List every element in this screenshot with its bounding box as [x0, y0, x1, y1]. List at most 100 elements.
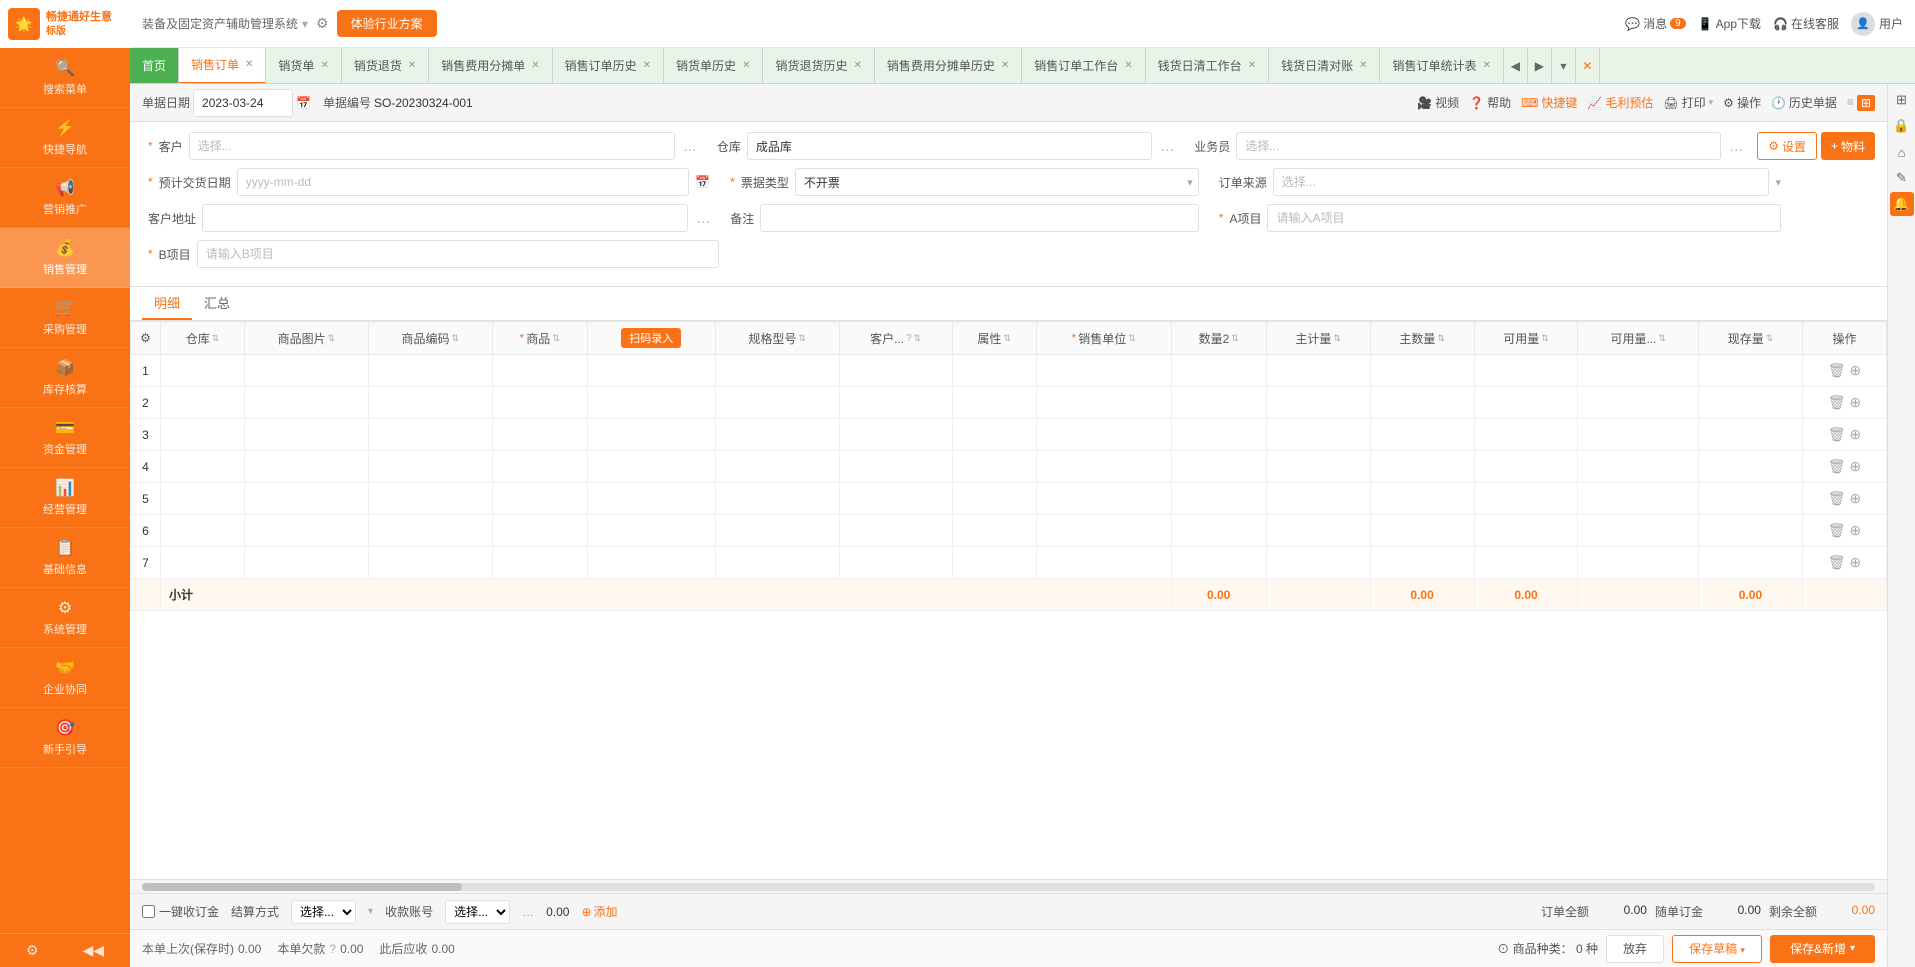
right-nav-icon-1[interactable]: ⊞: [1890, 88, 1914, 112]
tab-sales-workbench[interactable]: 销售订单工作台 ✕: [1022, 48, 1145, 84]
tab-home[interactable]: 首页: [130, 48, 179, 84]
operate-item[interactable]: ⚙ 操作: [1723, 94, 1761, 111]
row-5-main-qty[interactable]: [1370, 483, 1474, 515]
tab-sales-order[interactable]: 销售订单 ✕: [179, 48, 266, 84]
row-4-copy-icon[interactable]: ⊕: [1849, 458, 1861, 475]
sidebar-item-inventory[interactable]: 📦 库存核算: [0, 348, 130, 408]
row-3-warehouse[interactable]: [161, 419, 245, 451]
tab-sales-invoice-history[interactable]: 销货单历史 ✕: [664, 48, 763, 84]
tab-close-cash-daily-workbench[interactable]: ✕: [1248, 60, 1256, 71]
tab-sales-stats[interactable]: 销售订单统计表 ✕: [1380, 48, 1503, 84]
payment-dropdown-icon[interactable]: ▾: [368, 906, 373, 917]
tab-close-cash-daily-reconcile[interactable]: ✕: [1359, 60, 1367, 71]
row-6-product[interactable]: [492, 515, 587, 547]
profit-item[interactable]: 📈 毛利预估: [1587, 94, 1653, 111]
grid-view-icon[interactable]: ⊞: [1857, 95, 1875, 111]
row-1-warehouse[interactable]: [161, 355, 245, 387]
sidebar-item-operations[interactable]: 📊 经营管理: [0, 468, 130, 528]
tab-cash-daily-reconcile[interactable]: 钱货日清对账 ✕: [1269, 48, 1380, 84]
save-draft-button[interactable]: 保存草稿 ▾: [1672, 935, 1762, 963]
row-1-customer-code[interactable]: [839, 355, 952, 387]
tab-close-sales-expense-history[interactable]: ✕: [1001, 60, 1009, 71]
add-payment-button[interactable]: ⊕ 添加: [581, 903, 617, 920]
row-3-spec[interactable]: [715, 419, 839, 451]
address-input[interactable]: [202, 204, 688, 232]
tab-sales-order-history[interactable]: 销售订单历史 ✕: [553, 48, 664, 84]
tab-close-sales-order[interactable]: ✕: [245, 59, 253, 70]
row-6-qty2[interactable]: [1171, 515, 1266, 547]
sidebar-item-guide[interactable]: 🎯 新手引导: [0, 708, 130, 768]
row-5-copy-icon[interactable]: ⊕: [1849, 490, 1861, 507]
th-sort-warehouse[interactable]: 仓库⇅: [186, 330, 220, 347]
row-5-attribute[interactable]: [952, 483, 1036, 515]
row-3-product[interactable]: [492, 419, 587, 451]
th-sort-main-qty[interactable]: 主数量⇅: [1399, 330, 1445, 347]
customer-input[interactable]: [189, 132, 675, 160]
row-7-delete-icon[interactable]: 🗑: [1828, 554, 1846, 571]
row-7-main-qty[interactable]: [1370, 547, 1474, 579]
row-7-code[interactable]: [368, 547, 492, 579]
date-input[interactable]: [193, 89, 293, 117]
tab-close-sales-workbench[interactable]: ✕: [1124, 60, 1132, 71]
row-3-attribute[interactable]: [952, 419, 1036, 451]
row-7-warehouse[interactable]: [161, 547, 245, 579]
row-6-warehouse[interactable]: [161, 515, 245, 547]
history-item[interactable]: 🕐 历史单据: [1771, 94, 1837, 111]
row-2-customer-code[interactable]: [839, 387, 952, 419]
row-1-attribute[interactable]: [952, 355, 1036, 387]
scroll-thumb[interactable]: [142, 883, 462, 891]
message-icon-item[interactable]: 💬 消息 9: [1625, 15, 1686, 32]
tab-next-btn[interactable]: ▶: [1528, 48, 1552, 84]
row-1-sales-unit[interactable]: [1036, 355, 1171, 387]
scan-input-button[interactable]: 扫码录入: [621, 328, 681, 348]
row-4-delete-icon[interactable]: 🗑: [1828, 458, 1846, 475]
row-3-sales-unit[interactable]: [1036, 419, 1171, 451]
detail-tab-detail[interactable]: 明细: [142, 287, 192, 320]
row-6-customer-code[interactable]: [839, 515, 952, 547]
tab-sales-invoice[interactable]: 销货单 ✕: [266, 48, 341, 84]
row-6-spec[interactable]: [715, 515, 839, 547]
solution-btn[interactable]: 体验行业方案: [337, 10, 437, 37]
row-5-product[interactable]: [492, 483, 587, 515]
tab-close-sales-invoice-history[interactable]: ✕: [742, 60, 750, 71]
row-4-code[interactable]: [368, 451, 492, 483]
help-item[interactable]: ❓ 帮助: [1469, 94, 1511, 111]
row-6-delete-icon[interactable]: 🗑: [1828, 522, 1846, 539]
tab-prev-btn[interactable]: ◀: [1504, 48, 1528, 84]
save-draft-dropdown-icon[interactable]: ▾: [1740, 945, 1745, 955]
right-nav-icon-3[interactable]: ⌂: [1890, 140, 1914, 164]
order-source-input[interactable]: [1273, 168, 1770, 196]
row-7-sales-unit[interactable]: [1036, 547, 1171, 579]
staff-input[interactable]: [1236, 132, 1721, 160]
row-3-delete-icon[interactable]: 🗑: [1828, 426, 1846, 443]
invoice-type-input[interactable]: [795, 168, 1199, 196]
sidebar-gear-icon[interactable]: ⚙: [26, 942, 39, 959]
discard-button[interactable]: 放弃: [1606, 935, 1664, 963]
row-5-delete-icon[interactable]: 🗑: [1828, 490, 1846, 507]
sidebar-item-quick-nav[interactable]: ⚡ 快捷导航: [0, 108, 130, 168]
row-3-qty2[interactable]: [1171, 419, 1266, 451]
row-2-spec[interactable]: [715, 387, 839, 419]
sidebar-item-sales[interactable]: 💰 销售管理: [0, 228, 130, 288]
row-1-delete-icon[interactable]: 🗑: [1828, 362, 1846, 379]
sidebar-item-enterprise[interactable]: 🤝 企业协同: [0, 648, 130, 708]
row-5-code[interactable]: [368, 483, 492, 515]
sidebar-item-basic-info[interactable]: 📋 基础信息: [0, 528, 130, 588]
row-4-product[interactable]: [492, 451, 587, 483]
row-2-main-qty[interactable]: [1370, 387, 1474, 419]
row-6-sales-unit[interactable]: [1036, 515, 1171, 547]
th-sort-available2[interactable]: 可用量...⇅: [1610, 330, 1666, 347]
row-3-main-qty[interactable]: [1370, 419, 1474, 451]
row-6-main-qty[interactable]: [1370, 515, 1474, 547]
list-view-icon[interactable]: ≡: [1847, 95, 1854, 111]
a-project-input[interactable]: [1267, 204, 1781, 232]
row-3-customer-code[interactable]: [839, 419, 952, 451]
th-sort-qty2[interactable]: 数量2⇅: [1199, 330, 1239, 347]
user-menu[interactable]: 👤 用户: [1851, 12, 1903, 36]
sidebar-item-finance[interactable]: 💳 资金管理: [0, 408, 130, 468]
row-1-copy-icon[interactable]: ⊕: [1849, 362, 1861, 379]
tab-close-sales-invoice[interactable]: ✕: [320, 60, 328, 71]
settings-button[interactable]: ⚙ 设置: [1757, 132, 1817, 160]
row-5-qty2[interactable]: [1171, 483, 1266, 515]
order-source-dropdown-icon[interactable]: ▾: [1775, 176, 1781, 189]
